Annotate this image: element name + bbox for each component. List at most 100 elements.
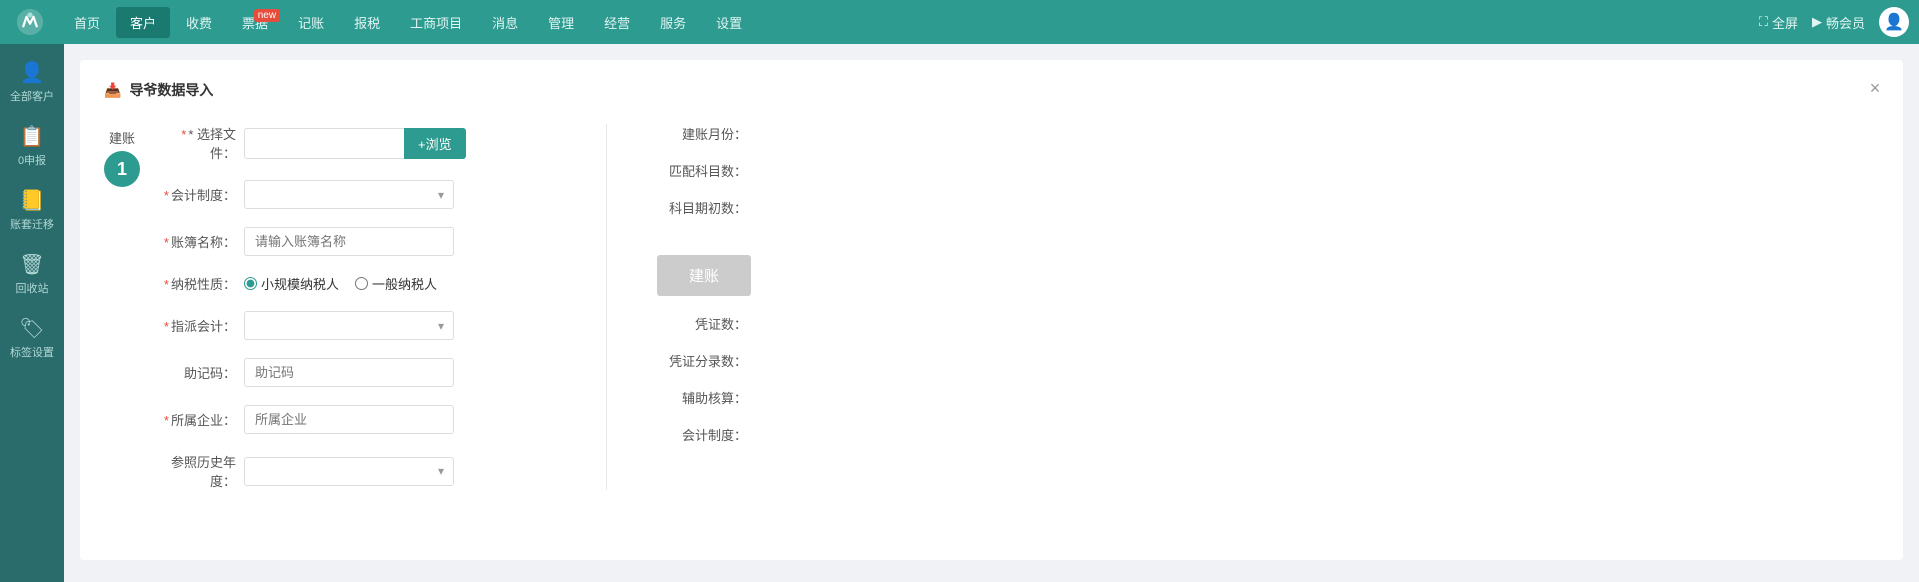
form-right-inner: 建账月份： 匹配科目数： 科目期初数： 建账 [657,124,917,444]
tax-small-label: 小规模纳税人 [261,274,339,293]
auxiliary-row: 辅助核算： [657,388,917,407]
tax-general-label: 一般纳税人 [372,274,437,293]
build-month-row: 建账月份： [657,124,917,143]
affiliated-company-input[interactable] [244,405,454,434]
tag-icon: 🏷 [19,316,44,341]
form-fields: ** 选择文件： +浏览 *会计制度： [156,124,556,490]
build-account-button[interactable]: 建账 [657,255,751,296]
affiliated-company-row: *所属企业： [156,405,556,434]
reference-year-select[interactable] [244,457,454,486]
file-text-input[interactable] [244,128,404,159]
nav-tax[interactable]: 报税 [340,7,394,38]
ledger-name-label: *账簿名称： [156,232,236,251]
app-logo [10,2,50,42]
step-badge: 建账 1 [104,128,140,187]
file-select-label: ** 选择文件： [156,124,236,162]
panel-title-text: 导爷数据导入 [129,80,213,100]
layout: 👤 全部客户 📋 0申报 📒 账套迁移 🗑 回收站 🏷 标签设置 📥 导爷数据导… [0,44,1919,582]
match-subjects-row: 匹配科目数： [657,161,917,180]
accounting-system-select[interactable] [244,180,454,209]
tax-general-option[interactable]: 一般纳税人 [355,274,437,293]
nav-customer[interactable]: 客户 [116,7,170,38]
memo-code-label: 助记码： [156,363,236,382]
play-icon: ▶ [1812,14,1822,30]
sidebar-item-tag-settings[interactable]: 🏷 标签设置 [3,308,61,368]
voucher-entries-row: 凭证分录数： [657,351,917,370]
voucher-count-row: 凭证数： [657,314,917,333]
account-migration-label: 账套迁移 [10,216,54,232]
accounting-system-row: *会计制度： [156,180,556,209]
nav-service[interactable]: 服务 [646,7,700,38]
recycle-label: 回收站 [16,280,49,296]
ledger-name-input[interactable] [244,227,454,256]
accountant-select[interactable] [244,311,454,340]
sidebar-item-recycle[interactable]: 🗑 回收站 [3,244,61,304]
tax-small-option[interactable]: 小规模纳税人 [244,274,339,293]
top-nav: 首页 客户 收费 票据 new 记账 报税 工商项目 消息 管理 经营 服务 设… [0,0,1919,44]
reference-year-select-wrapper [244,457,454,486]
fullscreen-btn[interactable]: ⛶ 全屏 [1759,13,1798,32]
build-month-label: 建账月份： [657,124,747,143]
nav-home[interactable]: 首页 [60,7,114,38]
browse-button[interactable]: +浏览 [404,128,466,159]
form-layout: 建账 1 ** 选择文件： +浏览 [104,124,1879,490]
accounting-system-label: *会计制度： [156,185,236,204]
tax-small-radio[interactable] [244,277,257,290]
nav-charge[interactable]: 收费 [172,7,226,38]
memo-code-input[interactable] [244,358,454,387]
accounting-system-result-label: 会计制度： [657,425,747,444]
ledger-name-row: *账簿名称： [156,227,556,256]
nav-management[interactable]: 管理 [534,7,588,38]
all-customers-label: 全部客户 [10,88,54,104]
fullscreen-label: 全屏 [1772,13,1798,32]
member-label: 畅会员 [1826,13,1865,32]
file-input-group: +浏览 [244,128,466,159]
step-label: 建账 [109,128,135,147]
nav-items: 首页 客户 收费 票据 new 记账 报税 工商项目 消息 管理 经营 服务 设… [60,7,1759,38]
period-initial-label: 科目期初数： [657,198,747,217]
accounting-system-result-row: 会计制度： [657,425,917,444]
main-content: 📥 导爷数据导入 × 建账 1 [64,44,1919,582]
nav-right: ⛶ 全屏 ▶ 畅会员 👤 [1759,7,1909,37]
declaration-label: 0申报 [18,152,46,168]
nav-invoice[interactable]: 票据 new [228,7,282,38]
sidebar-item-all-customers[interactable]: 👤 全部客户 [3,52,61,112]
step-circle: 1 [104,151,140,187]
tax-general-radio[interactable] [355,277,368,290]
nav-business[interactable]: 工商项目 [396,7,476,38]
accounting-system-select-wrapper [244,180,454,209]
nav-bookkeeping[interactable]: 记账 [284,7,338,38]
sidebar-item-declaration[interactable]: 📋 0申报 [3,116,61,176]
member-btn[interactable]: ▶ 畅会员 [1812,13,1865,32]
memo-code-row: 助记码： [156,358,556,387]
file-select-row: ** 选择文件： +浏览 [156,124,556,162]
match-subjects-label: 匹配科目数： [657,161,747,180]
tax-type-radio-group: 小规模纳税人 一般纳税人 [244,274,437,293]
accountant-label: *指派会计： [156,316,236,335]
panel: 📥 导爷数据导入 × 建账 1 [80,60,1903,560]
step-area: 建账 1 ** 选择文件： +浏览 [104,124,556,490]
sidebar-item-account-migration[interactable]: 📒 账套迁移 [3,180,61,240]
panel-title-icon: 📥 [104,82,121,99]
panel-title: 📥 导爷数据导入 [104,80,1879,100]
sidebar: 👤 全部客户 📋 0申报 📒 账套迁移 🗑 回收站 🏷 标签设置 [0,44,64,582]
voucher-count-label: 凭证数： [657,314,747,333]
avatar-icon: 👤 [1884,12,1904,32]
nav-settings[interactable]: 设置 [702,7,756,38]
tax-type-label: *纳税性质： [156,274,236,293]
form-right: 建账月份： 匹配科目数： 科目期初数： 建账 [657,124,917,490]
affiliated-company-label: *所属企业： [156,410,236,429]
nav-message[interactable]: 消息 [478,7,532,38]
build-btn-row: 建账 [657,243,917,296]
user-avatar[interactable]: 👤 [1879,7,1909,37]
reference-year-label: 参照历史年度： [156,452,236,490]
nav-operation[interactable]: 经营 [590,7,644,38]
recycle-icon: 🗑 [19,252,44,277]
declaration-icon: 📋 [20,124,45,149]
accountant-row: *指派会计： [156,311,556,340]
auxiliary-label: 辅助核算： [657,388,747,407]
close-button[interactable]: × [1863,76,1887,100]
invoice-badge: new [254,9,280,22]
divider [606,124,607,490]
voucher-entries-label: 凭证分录数： [657,351,747,370]
